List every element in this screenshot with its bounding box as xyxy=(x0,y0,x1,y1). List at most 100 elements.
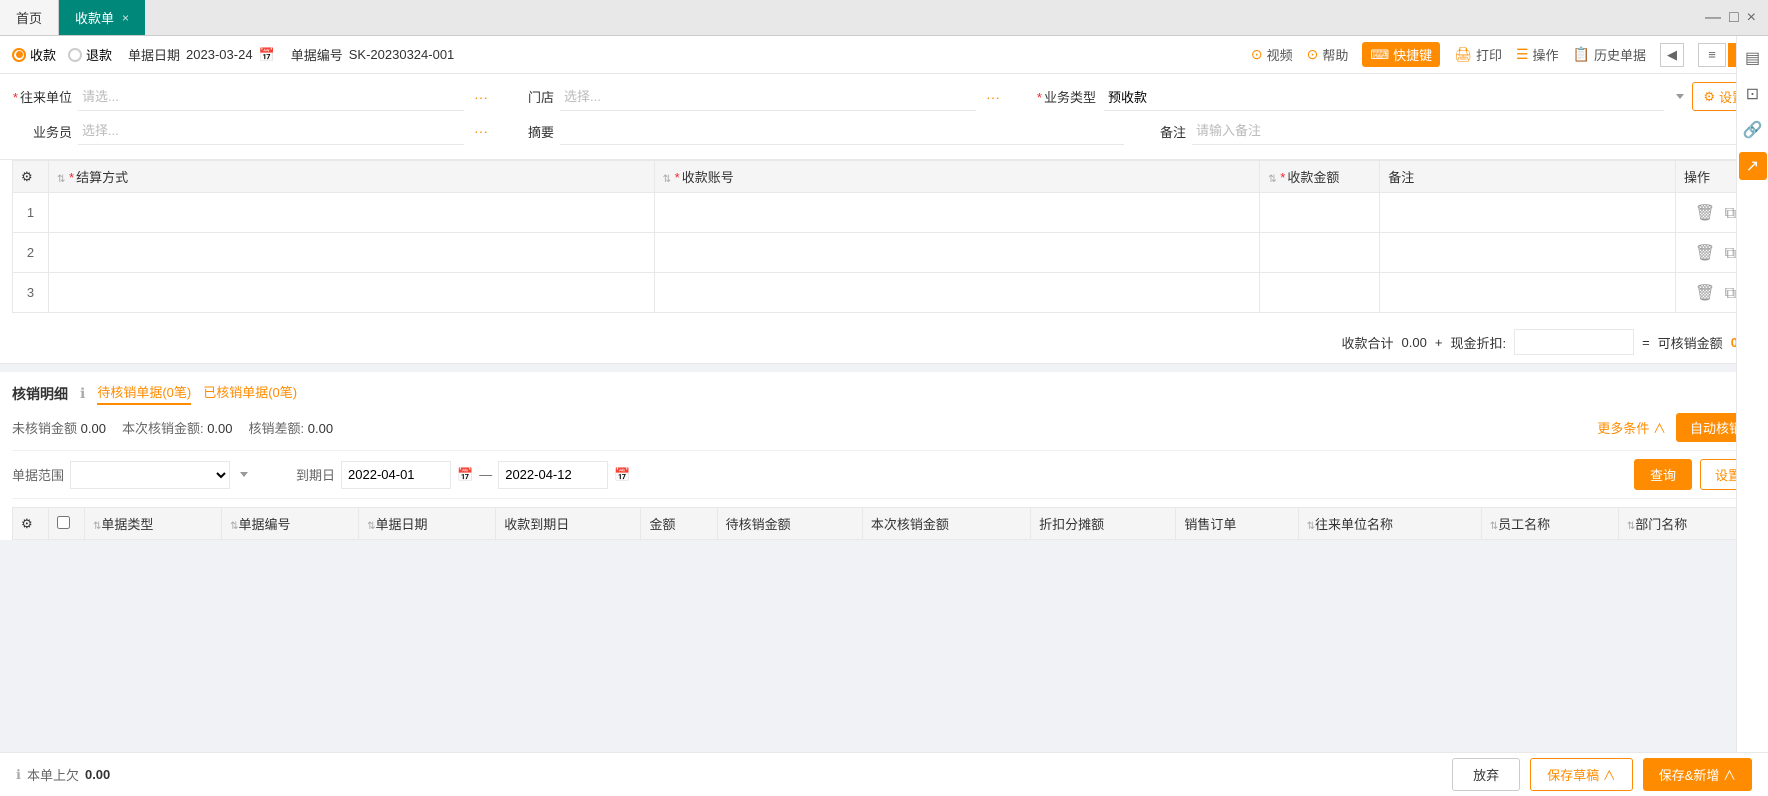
tab-home[interactable]: 首页 xyxy=(0,0,59,35)
biz-type-chevron[interactable] xyxy=(1676,94,1684,99)
unit-input[interactable] xyxy=(78,83,464,111)
unverified-label: 未核销金额 xyxy=(12,421,77,436)
btcol-discount: 折扣分摊额 xyxy=(1031,508,1176,540)
btcol-dept: ⇅部门名称 xyxy=(1618,508,1755,540)
sidebar-grid-icon[interactable]: ⊡ xyxy=(1739,80,1767,108)
row-account-2[interactable] xyxy=(654,233,1260,273)
data-table: ⚙ ⇅ *结算方式 ⇅ *收款账号 ⇅ *收款金额 备注 操作 xyxy=(12,160,1756,313)
unit-ellipsis[interactable]: ··· xyxy=(470,89,492,105)
unit-field: *往来单位 ··· xyxy=(12,83,492,111)
save-new-label: 保存&新增 ∧ xyxy=(1659,765,1736,784)
row-amount-2[interactable] xyxy=(1260,233,1380,273)
btcol-due-date: 收款到期日 xyxy=(496,508,641,540)
delete-icon[interactable]: 🗑 xyxy=(1692,245,1718,262)
btcol-doc-date: ⇅单据日期 xyxy=(359,508,496,540)
remark-input[interactable] xyxy=(1192,117,1756,145)
row-remark-3[interactable] xyxy=(1380,273,1676,313)
window-maximize-icon[interactable]: □ xyxy=(1729,9,1739,27)
help-btn[interactable]: ⊙ 帮助 xyxy=(1307,45,1349,64)
shortcut-btn[interactable]: ⌨ 快捷键 xyxy=(1362,42,1440,67)
sidebar-table-icon[interactable]: ▤ xyxy=(1739,44,1767,72)
select-all-checkbox[interactable] xyxy=(57,516,70,529)
more-conditions-btn[interactable]: 更多条件 ∧ xyxy=(1597,418,1666,437)
settings-icon2: ⚙ xyxy=(21,516,33,531)
window-close-icon[interactable]: × xyxy=(1747,9,1756,27)
history-label: 历史单据 xyxy=(1594,45,1646,64)
col-settings-header[interactable]: ⚙ xyxy=(13,161,49,193)
row-settlement-1[interactable] xyxy=(49,193,655,233)
history-btn[interactable]: 📋 历史单据 xyxy=(1573,45,1646,64)
list-view-btn[interactable]: ≡ xyxy=(1698,43,1726,67)
date-field: 单据日期 2023-03-24 📅 xyxy=(128,45,275,64)
row-account-3[interactable] xyxy=(654,273,1260,313)
number-label: 单据编号 xyxy=(291,45,343,64)
number-value[interactable]: SK-20230324-001 xyxy=(349,47,455,62)
video-btn[interactable]: ⊙ 视频 xyxy=(1251,45,1293,64)
col-account-header: ⇅ *收款账号 xyxy=(654,161,1260,193)
print-btn[interactable]: 🖨 打印 xyxy=(1454,45,1502,64)
agent-ellipsis[interactable]: ··· xyxy=(470,123,492,139)
range-select[interactable] xyxy=(70,461,230,489)
diff-stat: 核销差额: 0.00 xyxy=(249,418,334,437)
row-amount-3[interactable] xyxy=(1260,273,1380,313)
biz-type-value[interactable]: 预收款 xyxy=(1104,83,1664,111)
unit-label: *往来单位 xyxy=(12,87,72,106)
print-icon: 🖨 xyxy=(1454,46,1472,63)
row-remark-2[interactable] xyxy=(1380,233,1676,273)
tab-shoukuan-label: 收款单 xyxy=(75,8,114,27)
date-separator: — xyxy=(479,467,492,482)
sidebar-link-icon[interactable]: 🔗 xyxy=(1739,116,1767,144)
window-minimize-icon[interactable]: — xyxy=(1705,9,1721,27)
date-from-input[interactable] xyxy=(341,461,451,489)
btcol-amount: 金额 xyxy=(641,508,717,540)
row-account-1[interactable] xyxy=(654,193,1260,233)
btcol-checkbox[interactable] xyxy=(49,508,85,540)
col-settlement-header: ⇅ *结算方式 xyxy=(49,161,655,193)
agent-input[interactable] xyxy=(78,117,464,145)
row-remark-1[interactable] xyxy=(1380,193,1676,233)
table-row: 3 🗑 ⧉ xyxy=(13,273,1756,313)
tab-home-label: 首页 xyxy=(16,8,42,27)
shortcut-icon: ⌨ xyxy=(1370,47,1389,63)
save-new-button[interactable]: 保存&新增 ∧ xyxy=(1643,758,1752,791)
date-label: 单据日期 xyxy=(128,45,180,64)
radio-tuikuan[interactable]: 退款 xyxy=(68,45,112,64)
store-ellipsis[interactable]: ··· xyxy=(982,89,1004,105)
radio-shoukuan[interactable]: 收款 xyxy=(12,45,56,64)
btcol-employee: ⇅员工名称 xyxy=(1481,508,1618,540)
hx-title: 核销明细 xyxy=(12,384,68,404)
sidebar-expand-icon[interactable]: ↗ xyxy=(1739,152,1767,180)
summary-row: 收款合计 0.00 + 现金折扣: = 可核销金额 0.00 xyxy=(0,321,1768,364)
cal-to-icon[interactable]: 📅 xyxy=(614,467,630,483)
date-value[interactable]: 2023-03-24 xyxy=(186,47,253,62)
discount-input[interactable] xyxy=(1514,329,1634,355)
delete-icon[interactable]: 🗑 xyxy=(1692,285,1718,302)
hx-info-icon[interactable]: ℹ xyxy=(80,385,85,402)
date-to-input[interactable] xyxy=(498,461,608,489)
help-label: 帮助 xyxy=(1322,45,1348,64)
summary-input[interactable] xyxy=(560,117,1124,145)
tab-shoukuan[interactable]: 收款单 × xyxy=(59,0,145,35)
hx-tab-done[interactable]: 已核销单据(0笔) xyxy=(203,382,297,405)
cal-from-icon[interactable]: 📅 xyxy=(457,467,473,483)
btcol-settings[interactable]: ⚙ xyxy=(13,508,49,540)
operate-btn[interactable]: ☰ 操作 xyxy=(1516,45,1559,64)
operate-icon: ☰ xyxy=(1516,46,1529,63)
store-input[interactable] xyxy=(560,83,976,111)
row-settlement-3[interactable] xyxy=(49,273,655,313)
delete-icon[interactable]: 🗑 xyxy=(1692,205,1718,222)
biz-type-label: *业务类型 xyxy=(1036,87,1096,106)
row-amount-1[interactable] xyxy=(1260,193,1380,233)
query-button[interactable]: 查询 xyxy=(1634,459,1692,490)
summary-field: 摘要 xyxy=(524,117,1124,145)
row-settlement-2[interactable] xyxy=(49,233,655,273)
hx-tab-pending[interactable]: 待核销单据(0笔) xyxy=(97,382,191,405)
draft-button[interactable]: 保存草稿 ∧ xyxy=(1530,758,1633,791)
calendar-icon[interactable]: 📅 xyxy=(259,47,275,63)
range-filter: 单据范围 xyxy=(12,461,248,489)
footer-info-icon[interactable]: ℹ xyxy=(16,767,21,783)
abandon-button[interactable]: 放弃 xyxy=(1452,758,1520,791)
prev-btn[interactable]: ◀ xyxy=(1660,43,1684,67)
table-row: 1 🗑 ⧉ xyxy=(13,193,1756,233)
tab-close-icon[interactable]: × xyxy=(122,11,129,25)
